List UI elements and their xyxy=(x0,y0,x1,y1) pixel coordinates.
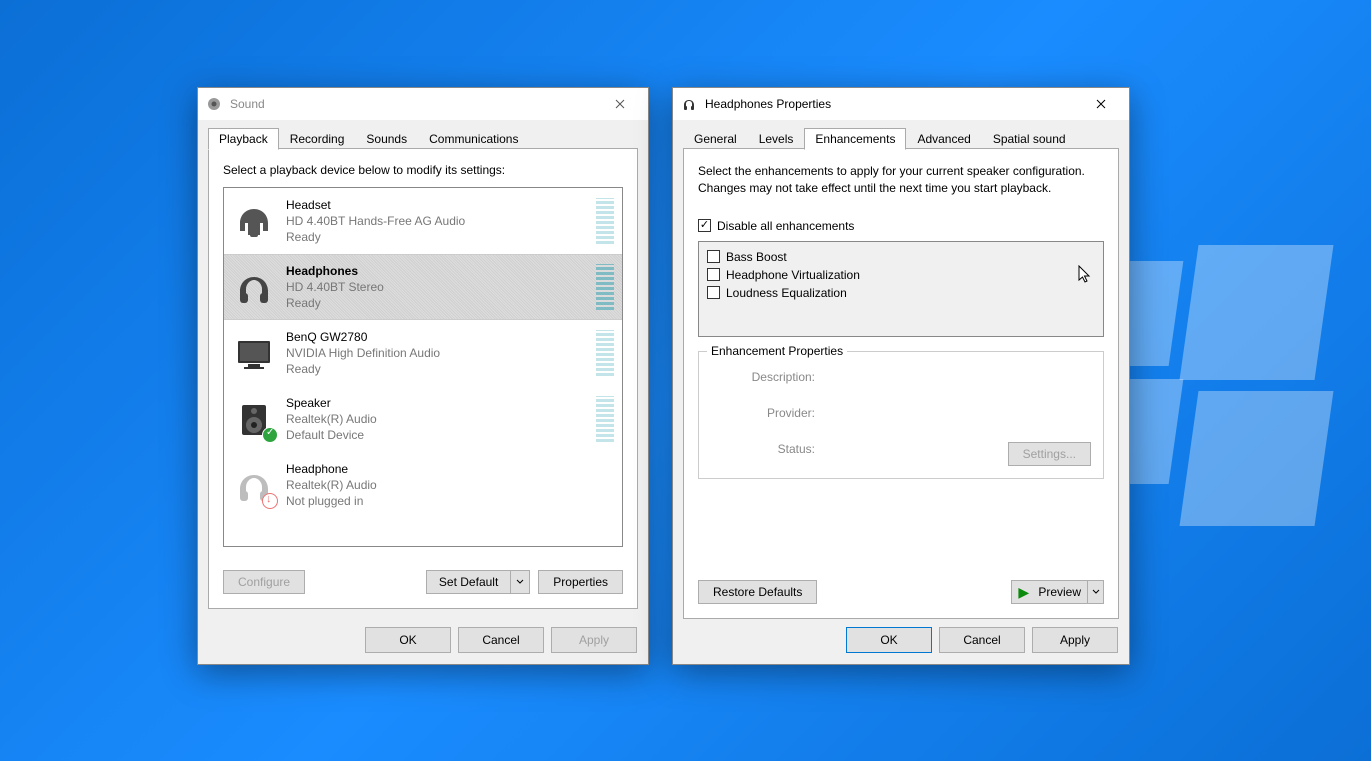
headphones-icon xyxy=(681,96,697,112)
unplugged-badge-icon xyxy=(262,493,278,509)
headphone-virtualization-checkbox[interactable]: Headphone Virtualization xyxy=(707,266,1095,284)
device-name: BenQ GW2780 xyxy=(286,329,596,345)
device-sub: HD 4.40BT Hands-Free AG Audio xyxy=(286,213,596,229)
enhancements-intro: Select the enhancements to apply for you… xyxy=(698,163,1104,197)
device-headphone-unplugged[interactable]: Headphone Realtek(R) Audio Not plugged i… xyxy=(224,452,622,518)
sound-title: Sound xyxy=(230,97,600,111)
device-sub: Realtek(R) Audio xyxy=(286,477,614,493)
headphones-icon xyxy=(232,463,276,507)
properties-button[interactable]: Properties xyxy=(538,570,623,594)
enhancement-properties-legend: Enhancement Properties xyxy=(707,344,847,358)
enhancements-panel: Select the enhancements to apply for you… xyxy=(683,149,1119,619)
headset-icon xyxy=(232,199,276,243)
device-headphones[interactable]: Headphones HD 4.40BT Stereo Ready xyxy=(224,254,622,320)
sound-dialog: Sound Playback Recording Sounds Communic… xyxy=(197,87,649,665)
device-speaker[interactable]: Speaker Realtek(R) Audio Default Device xyxy=(224,386,622,452)
ok-button[interactable]: OK xyxy=(365,627,451,653)
enhancement-properties-group: Enhancement Properties Description: Prov… xyxy=(698,351,1104,479)
ok-button[interactable]: OK xyxy=(846,627,932,653)
tab-spatial-sound[interactable]: Spatial sound xyxy=(982,128,1077,149)
cancel-button[interactable]: Cancel xyxy=(939,627,1025,653)
settings-button[interactable]: Settings... xyxy=(1008,442,1091,466)
provider-label: Provider: xyxy=(711,406,821,420)
device-status: Ready xyxy=(286,229,596,245)
play-icon: ▶ xyxy=(1018,584,1032,601)
loudness-equalization-checkbox[interactable]: Loudness Equalization xyxy=(707,284,1095,302)
tab-enhancements[interactable]: Enhancements xyxy=(804,128,906,150)
monitor-icon xyxy=(232,331,276,375)
device-sub: HD 4.40BT Stereo xyxy=(286,279,596,295)
tab-general[interactable]: General xyxy=(683,128,748,149)
device-status: Not plugged in xyxy=(286,493,614,509)
playback-instruction: Select a playback device below to modify… xyxy=(223,163,623,177)
device-name: Headphone xyxy=(286,461,614,477)
tab-advanced[interactable]: Advanced xyxy=(906,128,981,149)
device-sub: NVIDIA High Definition Audio xyxy=(286,345,596,361)
headphones-properties-dialog: Headphones Properties General Levels Enh… xyxy=(672,87,1130,665)
enhancements-list[interactable]: Bass Boost Headphone Virtualization Loud… xyxy=(698,241,1104,337)
props-title: Headphones Properties xyxy=(705,97,1081,111)
configure-button[interactable]: Configure xyxy=(223,570,305,594)
speaker-box-icon xyxy=(232,397,276,441)
description-label: Description: xyxy=(711,370,821,384)
preview-button[interactable]: ▶ Preview xyxy=(1011,580,1104,604)
props-tabs: General Levels Enhancements Advanced Spa… xyxy=(673,120,1129,149)
device-monitor[interactable]: BenQ GW2780 NVIDIA High Definition Audio… xyxy=(224,320,622,386)
playback-panel: Select a playback device below to modify… xyxy=(208,149,638,609)
set-default-button[interactable]: Set Default xyxy=(426,570,530,594)
props-titlebar[interactable]: Headphones Properties xyxy=(673,88,1129,120)
device-name: Speaker xyxy=(286,395,596,411)
device-status: Default Device xyxy=(286,427,596,443)
tab-playback[interactable]: Playback xyxy=(208,128,279,150)
cancel-button[interactable]: Cancel xyxy=(458,627,544,653)
headphones-icon xyxy=(232,265,276,309)
level-meter xyxy=(596,198,614,244)
close-button[interactable] xyxy=(600,89,640,119)
restore-defaults-button[interactable]: Restore Defaults xyxy=(698,580,817,604)
sound-tabs: Playback Recording Sounds Communications xyxy=(198,120,648,149)
default-badge-icon xyxy=(262,427,278,443)
apply-button[interactable]: Apply xyxy=(1032,627,1118,653)
tab-communications[interactable]: Communications xyxy=(418,128,529,149)
apply-button[interactable]: Apply xyxy=(551,627,637,653)
level-meter xyxy=(596,330,614,376)
device-name: Headset xyxy=(286,197,596,213)
device-sub: Realtek(R) Audio xyxy=(286,411,596,427)
chevron-down-icon[interactable] xyxy=(1087,581,1103,603)
tab-levels[interactable]: Levels xyxy=(748,128,805,149)
tab-recording[interactable]: Recording xyxy=(279,128,356,149)
device-status: Ready xyxy=(286,361,596,377)
close-button[interactable] xyxy=(1081,89,1121,119)
chevron-down-icon[interactable] xyxy=(511,571,529,593)
device-headset[interactable]: Headset HD 4.40BT Hands-Free AG Audio Re… xyxy=(224,188,622,254)
speaker-icon xyxy=(206,96,222,112)
status-label: Status: xyxy=(711,442,821,466)
sound-titlebar[interactable]: Sound xyxy=(198,88,648,120)
level-meter xyxy=(596,396,614,442)
device-status: Ready xyxy=(286,295,596,311)
disable-all-enhancements-checkbox[interactable]: Disable all enhancements xyxy=(698,219,854,233)
level-meter xyxy=(596,264,614,310)
device-name: Headphones xyxy=(286,263,596,279)
tab-sounds[interactable]: Sounds xyxy=(355,128,418,149)
device-list[interactable]: Headset HD 4.40BT Hands-Free AG Audio Re… xyxy=(223,187,623,547)
bass-boost-checkbox[interactable]: Bass Boost xyxy=(707,248,1095,266)
